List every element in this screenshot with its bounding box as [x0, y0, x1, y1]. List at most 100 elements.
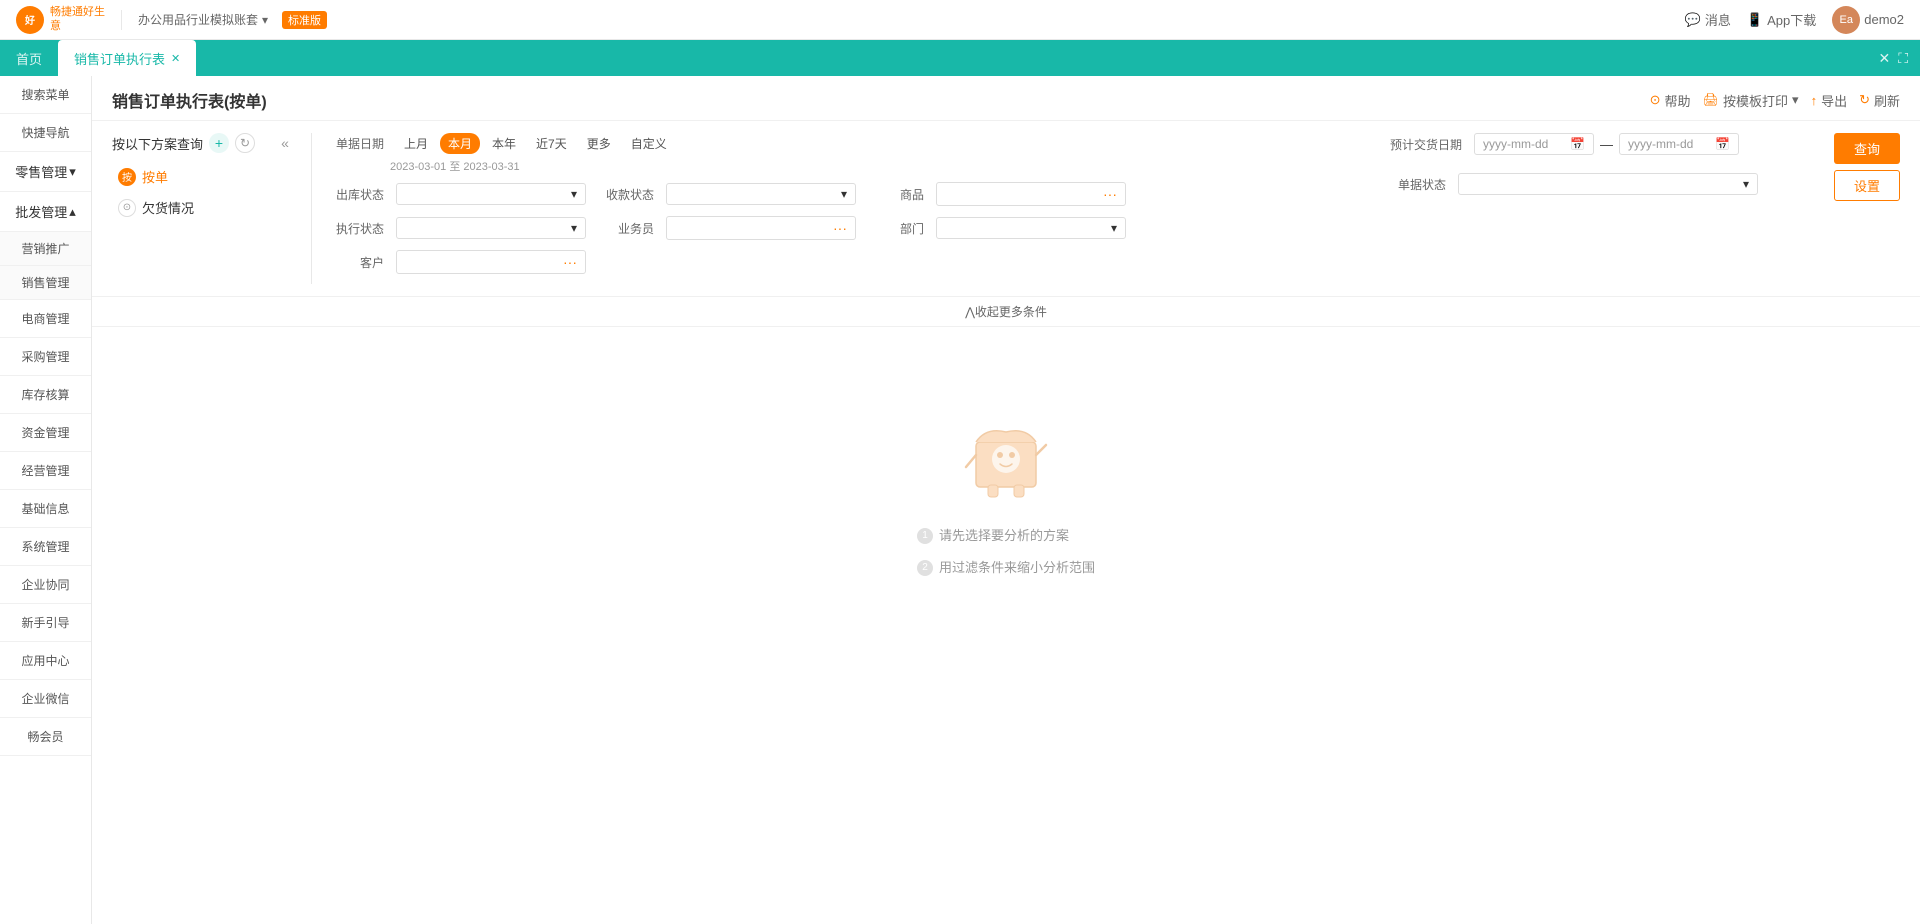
tab-close-icon[interactable]: ✕ [171, 52, 180, 65]
collapse-conditions-btn[interactable]: ⋀ 收起更多条件 [92, 297, 1920, 327]
sidebar-item-system[interactable]: 系统管理 [0, 528, 91, 566]
out-status-select[interactable]: ▾ [396, 183, 586, 205]
dept-select[interactable]: ▾ [936, 217, 1126, 239]
search-button[interactable]: 查询 [1834, 133, 1900, 164]
calendar-end-icon: 📅 [1715, 137, 1730, 151]
scheme-item-shortage[interactable]: ⊙ 欠货情况 [112, 194, 295, 221]
exec-status-select[interactable]: ▾ [396, 217, 586, 239]
help-label: 帮助 [1664, 91, 1690, 110]
page-header-actions: ⊙ 帮助 🖨 按模板打印 ▾ ↑ 导出 ↻ 刷新 [1650, 91, 1900, 110]
sidebar-item-newbie[interactable]: 新手引导 [0, 604, 91, 642]
sidebar-item-search[interactable]: 搜索菜单 [0, 76, 91, 114]
expected-date-start[interactable]: yyyy-mm-dd 📅 [1474, 133, 1594, 155]
scheme-item-order[interactable]: 按 按单 [112, 163, 295, 190]
date-btn-this-year[interactable]: 本年 [484, 133, 524, 154]
sidebar-item-corp-collab[interactable]: 企业协同 [0, 566, 91, 604]
sidebar-corp-wechat-label: 企业微信 [21, 692, 69, 706]
sidebar-item-app-center[interactable]: 应用中心 [0, 642, 91, 680]
refresh-scheme-btn[interactable]: ↻ [235, 133, 255, 153]
sidebar-system-label: 系统管理 [21, 540, 69, 554]
sidebar-item-member[interactable]: 畅会员 [0, 718, 91, 756]
filter-date-col: 单据日期 上月 本月 本年 近7天 更多 自定义 2023 [328, 133, 1378, 284]
expected-date-end[interactable]: yyyy-mm-dd 📅 [1619, 133, 1739, 155]
filter-scheme-header: 按以下方案查询 + ↻ « [112, 133, 295, 153]
calendar-start-icon: 📅 [1570, 137, 1585, 151]
date-btn-this-month[interactable]: 本月 [440, 133, 480, 154]
product-input[interactable]: ··· [936, 182, 1126, 206]
avatar: Ea [1832, 6, 1860, 34]
customer-input[interactable]: ··· [396, 250, 586, 274]
logo-area: 好 畅捷通好生意 [16, 6, 105, 34]
sidebar-item-purchase[interactable]: 采购管理 [0, 338, 91, 376]
tab-sales-order[interactable]: 销售订单执行表 ✕ [58, 40, 196, 76]
salesman-input[interactable]: ··· [666, 216, 856, 240]
logo-icon: 好 [16, 6, 44, 34]
sidebar-item-ecommerce[interactable]: 电商管理 [0, 300, 91, 338]
order-status-select[interactable]: ▾ [1458, 173, 1758, 195]
export-btn[interactable]: ↑ 导出 [1811, 91, 1848, 110]
refresh-btn[interactable]: ↻ 刷新 [1859, 91, 1900, 110]
app-selector-arrow: ▾ [262, 13, 268, 27]
tab-sales-order-label: 销售订单执行表 [74, 49, 165, 68]
sidebar-item-nav[interactable]: 快捷导航 [0, 114, 91, 152]
sidebar-ecommerce-label: 电商管理 [21, 312, 69, 326]
dept-arrow: ▾ [1111, 221, 1117, 235]
user-area[interactable]: Ea demo2 [1832, 6, 1904, 34]
sidebar-marketing-label: 营销推广 [21, 242, 69, 256]
sidebar-wholesale-arrow: ▴ [69, 204, 76, 220]
sidebar-finance-label: 资金管理 [21, 426, 69, 440]
sidebar-item-corp-wechat[interactable]: 企业微信 [0, 680, 91, 718]
print-label: 按模板打印 [1723, 91, 1788, 110]
page-header: 销售订单执行表(按单) ⊙ 帮助 🖨 按模板打印 ▾ ↑ 导出 [92, 76, 1920, 121]
content-area: 销售订单执行表(按单) ⊙ 帮助 🖨 按模板打印 ▾ ↑ 导出 [92, 76, 1920, 924]
collect-status-select[interactable]: ▾ [666, 183, 856, 205]
filter-action-btns: 查询 设置 [1834, 133, 1900, 201]
date-btn-custom[interactable]: 自定义 [623, 133, 675, 154]
sidebar-item-base-info[interactable]: 基础信息 [0, 490, 91, 528]
help-icon: ⊙ [1650, 92, 1661, 108]
app-download-btn[interactable]: 📱 App下载 [1747, 10, 1816, 29]
sidebar-item-marketing[interactable]: 营销推广 [0, 232, 91, 266]
export-label: 导出 [1821, 91, 1847, 110]
filter-area: 按以下方案查询 + ↻ « 按 按单 ⊙ 欠货情况 [92, 121, 1920, 297]
tip-text-1: 请先选择要分析的方案 [939, 523, 1069, 549]
tab-expand-icon[interactable]: ⛶ [1898, 50, 1908, 67]
salesman-label: 业务员 [598, 220, 654, 237]
expected-date-label: 预计交货日期 [1390, 136, 1462, 153]
sidebar-app-center-label: 应用中心 [21, 654, 69, 668]
filter-inputs-panel: 单据日期 上月 本月 本年 近7天 更多 自定义 2023 [312, 133, 1900, 284]
scheme-dot-order: 按 [118, 168, 136, 186]
tab-home-label: 首页 [16, 49, 42, 68]
sidebar-base-info-label: 基础信息 [21, 502, 69, 516]
date-btn-more[interactable]: 更多 [579, 133, 619, 154]
add-scheme-btn[interactable]: + [209, 133, 229, 153]
sidebar-item-sales-mgmt[interactable]: 销售管理 [0, 266, 91, 300]
date-btn-7days[interactable]: 近7天 [528, 133, 575, 154]
help-btn[interactable]: ⊙ 帮助 [1650, 91, 1691, 110]
sidebar-item-retail[interactable]: 零售管理 ▾ [0, 152, 91, 192]
sidebar-item-inventory[interactable]: 库存核算 [0, 376, 91, 414]
collect-status-arrow: ▾ [841, 187, 847, 201]
message-btn[interactable]: 💬 消息 [1685, 10, 1731, 29]
expected-date-row: 预计交货日期 yyyy-mm-dd 📅 — yyyy-mm-dd [1390, 133, 1810, 155]
tab-home[interactable]: 首页 [0, 40, 58, 76]
message-label: 消息 [1705, 10, 1731, 29]
header-right: 💬 消息 📱 App下载 Ea demo2 [1685, 6, 1904, 34]
out-status-arrow: ▾ [571, 187, 577, 201]
tab-close-window-icon[interactable]: ✕ [1878, 50, 1890, 67]
date-btn-last-month[interactable]: 上月 [396, 133, 436, 154]
empty-state: 1 请先选择要分析的方案 2 用过滤条件来缩小分析范围 [92, 327, 1920, 661]
collapse-up-icon: ⋀ [965, 305, 975, 319]
product-label: 商品 [868, 186, 924, 203]
sidebar-retail-arrow: ▾ [69, 164, 76, 180]
sidebar-item-operations[interactable]: 经营管理 [0, 452, 91, 490]
app-selector[interactable]: 办公用品行业模拟账套 ▾ [138, 11, 268, 28]
print-btn[interactable]: 🖨 按模板打印 ▾ [1703, 91, 1799, 110]
sidebar-item-wholesale[interactable]: 批发管理 ▴ [0, 192, 91, 232]
sidebar-member-label: 畅会员 [27, 730, 63, 744]
empty-tip-1: 1 请先选择要分析的方案 [917, 523, 1095, 549]
app-download-label: App下载 [1767, 10, 1816, 29]
settings-button[interactable]: 设置 [1834, 170, 1900, 201]
sidebar-item-finance[interactable]: 资金管理 [0, 414, 91, 452]
collapse-scheme-btn[interactable]: « [275, 133, 295, 153]
